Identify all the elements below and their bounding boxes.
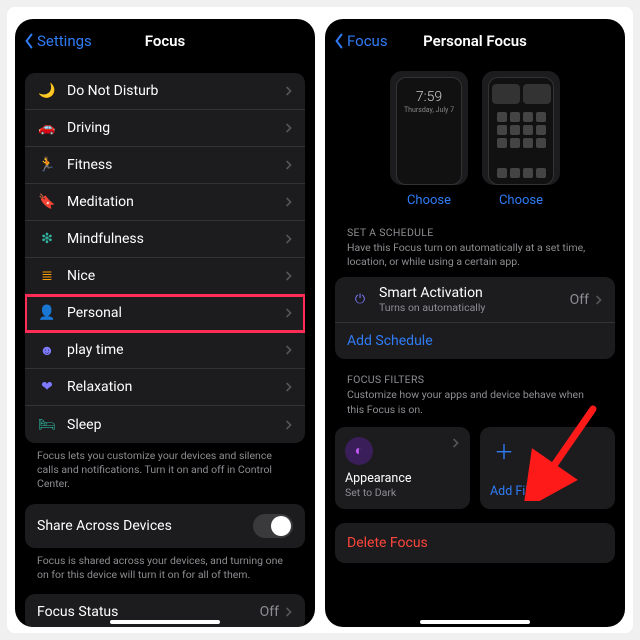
chevron-right-icon: [285, 85, 293, 97]
focus-row-do-not-disturb[interactable]: 🌙 Do Not Disturb: [25, 73, 305, 110]
add-filter-card[interactable]: ＋ Add Filter: [480, 427, 615, 509]
appearance-icon: ◐: [345, 437, 373, 465]
row-icon: ☻: [35, 342, 59, 359]
row-icon: 🚗: [35, 120, 59, 136]
screen-previews: 7:59 Thursday, July 7 Choose Choose: [335, 63, 615, 212]
share-footnote: Focus is shared across your devices, and…: [15, 548, 315, 582]
chevron-right-icon: [285, 159, 293, 171]
back-label: Settings: [37, 32, 92, 50]
schedule-sub: Have this Focus turn on automatically at…: [325, 241, 625, 273]
row-label: Sleep: [67, 417, 285, 433]
chevron-right-icon: [285, 233, 293, 245]
add-filter-label: Add Filter: [490, 484, 605, 499]
schedule-section: ⏻ Smart Activation Turns on automaticall…: [335, 277, 615, 359]
filters-row: ◐ Appearance Set to Dark ＋ Add Filter: [335, 427, 615, 509]
smart-activation-row[interactable]: ⏻ Smart Activation Turns on automaticall…: [335, 277, 615, 323]
navbar: Settings Focus: [15, 19, 315, 63]
share-across-devices-row[interactable]: Share Across Devices: [25, 504, 305, 548]
back-button[interactable]: Settings: [23, 32, 92, 50]
focus-row-driving[interactable]: 🚗 Driving: [25, 110, 305, 147]
row-label: Relaxation: [67, 379, 285, 395]
schedule-header: SET A SCHEDULE: [325, 212, 625, 241]
row-icon: 🔖: [35, 194, 59, 210]
preview-time: 7:59: [416, 90, 442, 104]
chevron-right-icon: [285, 122, 293, 134]
home-indicator: [110, 620, 220, 624]
focus-list: 🌙 Do Not Disturb 🚗 Driving 🏃 Fitness 🔖 Meditati…: [25, 73, 305, 443]
row-icon: 🏃: [35, 157, 59, 173]
smart-value: Off: [570, 292, 589, 308]
focus-row-nice[interactable]: ≣ Nice: [25, 258, 305, 295]
focus-row-fitness[interactable]: 🏃 Fitness: [25, 147, 305, 184]
row-icon: 🛏: [35, 417, 59, 433]
appearance-sub: Set to Dark: [345, 486, 460, 499]
smart-sub: Turns on automatically: [379, 301, 570, 314]
filters-header: FOCUS FILTERS: [325, 359, 625, 388]
focus-row-mindfulness[interactable]: ❇︎ Mindfulness: [25, 221, 305, 258]
delete-focus-button[interactable]: Delete Focus: [335, 523, 615, 563]
chevron-right-icon: [452, 437, 460, 449]
chevron-right-icon: [285, 270, 293, 282]
appearance-title: Appearance: [345, 471, 460, 486]
share-toggle[interactable]: [253, 514, 293, 538]
focus-row-play-time[interactable]: ☻ play time: [25, 332, 305, 369]
chevron-right-icon: [285, 381, 293, 393]
row-icon: 👤: [35, 305, 59, 321]
chevron-right-icon: [285, 196, 293, 208]
filters-sub: Customize how your apps and device behav…: [325, 388, 625, 420]
plus-icon: ＋: [490, 437, 518, 465]
power-icon: ⏻: [347, 292, 373, 307]
lockscreen-preview[interactable]: 7:59 Thursday, July 7: [390, 71, 468, 185]
smart-title: Smart Activation: [379, 285, 570, 301]
row-icon: ❇︎: [35, 231, 59, 247]
row-label: play time: [67, 342, 285, 358]
choose-homescreen[interactable]: Choose: [499, 193, 543, 208]
row-icon: 🌙: [35, 83, 59, 99]
focus-row-sleep[interactable]: 🛏 Sleep: [25, 406, 305, 443]
status-value: Off: [260, 604, 279, 620]
focus-row-meditation[interactable]: 🔖 Meditation: [25, 184, 305, 221]
phone-left: Settings Focus 🌙 Do Not Disturb 🚗 Driving 🏃 F…: [15, 19, 315, 627]
home-indicator: [420, 620, 530, 624]
share-section: Share Across Devices: [25, 504, 305, 548]
back-button[interactable]: Focus: [333, 32, 388, 50]
focus-row-relaxation[interactable]: ❤︎ Relaxation: [25, 369, 305, 406]
row-label: Driving: [67, 120, 285, 136]
row-icon: ❤︎: [35, 379, 59, 395]
chevron-right-icon: [285, 419, 293, 431]
phone-right: Focus Personal Focus 7:59 Thursday, July…: [325, 19, 625, 627]
row-label: Personal: [67, 305, 285, 321]
row-label: Meditation: [67, 194, 285, 210]
row-label: Fitness: [67, 157, 285, 173]
chevron-right-icon: [285, 307, 293, 319]
preview-day: Thursday, July 7: [404, 106, 454, 114]
focus-row-personal[interactable]: 👤 Personal: [25, 295, 305, 332]
back-label: Focus: [347, 32, 388, 50]
row-icon: ≣: [35, 268, 59, 284]
row-label: Mindfulness: [67, 231, 285, 247]
add-schedule-button[interactable]: Add Schedule: [335, 323, 615, 359]
choose-lockscreen[interactable]: Choose: [407, 193, 451, 208]
row-label: Do Not Disturb: [67, 83, 285, 99]
homescreen-preview[interactable]: [482, 71, 560, 185]
share-label: Share Across Devices: [37, 518, 172, 534]
appearance-filter-card[interactable]: ◐ Appearance Set to Dark: [335, 427, 470, 509]
status-label: Focus Status: [37, 604, 118, 620]
navbar: Focus Personal Focus: [325, 19, 625, 63]
row-label: Nice: [67, 268, 285, 284]
focus-footnote: Focus lets you customize your devices an…: [15, 443, 315, 492]
chevron-right-icon: [285, 344, 293, 356]
